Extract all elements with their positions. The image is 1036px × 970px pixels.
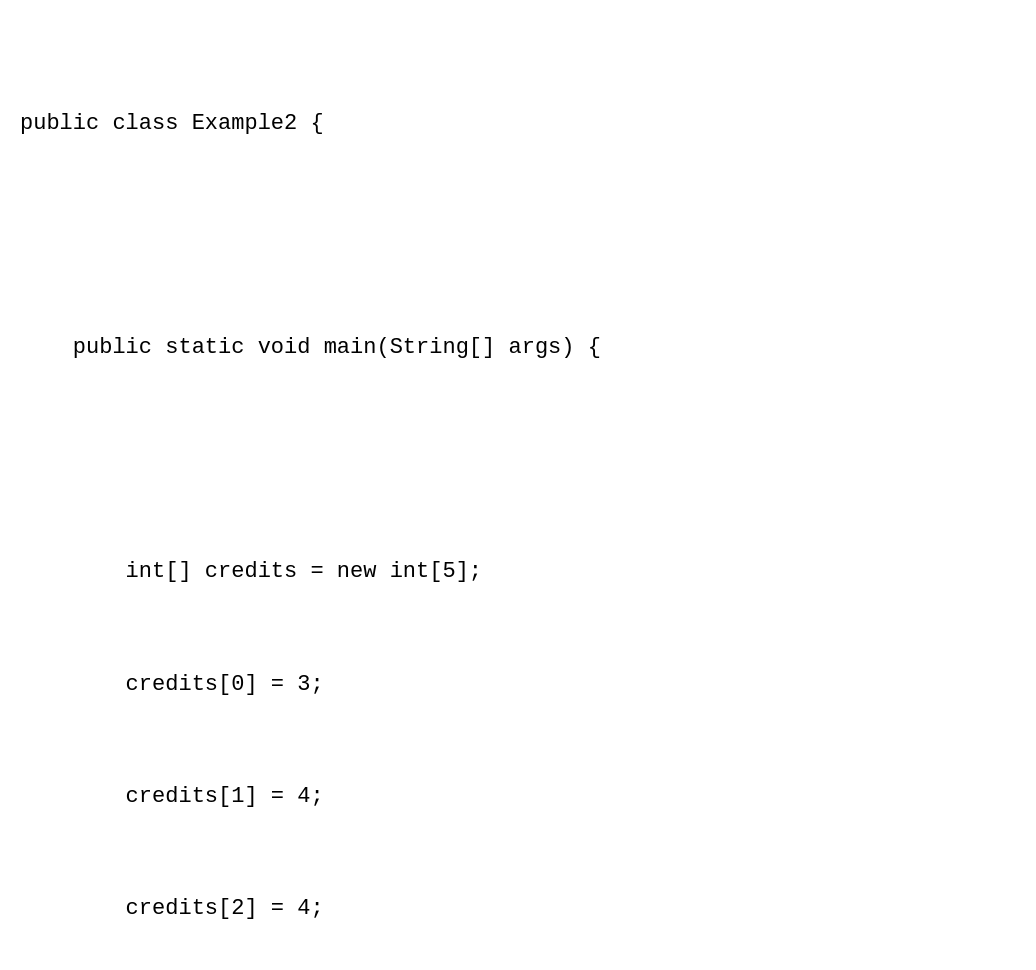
line-empty-2 xyxy=(20,441,1016,478)
line-credits-0: credits[0] = 3; xyxy=(20,666,1016,703)
line-credits-decl: int[] credits = new int[5]; xyxy=(20,553,1016,590)
code-display: public class Example2 { public static vo… xyxy=(0,0,1036,970)
line-main: public static void main(String[] args) { xyxy=(20,329,1016,366)
line-credits-1: credits[1] = 4; xyxy=(20,778,1016,815)
line-credits-2: credits[2] = 4; xyxy=(20,890,1016,927)
line-empty-1 xyxy=(20,217,1016,254)
line-class: public class Example2 { xyxy=(20,105,1016,142)
